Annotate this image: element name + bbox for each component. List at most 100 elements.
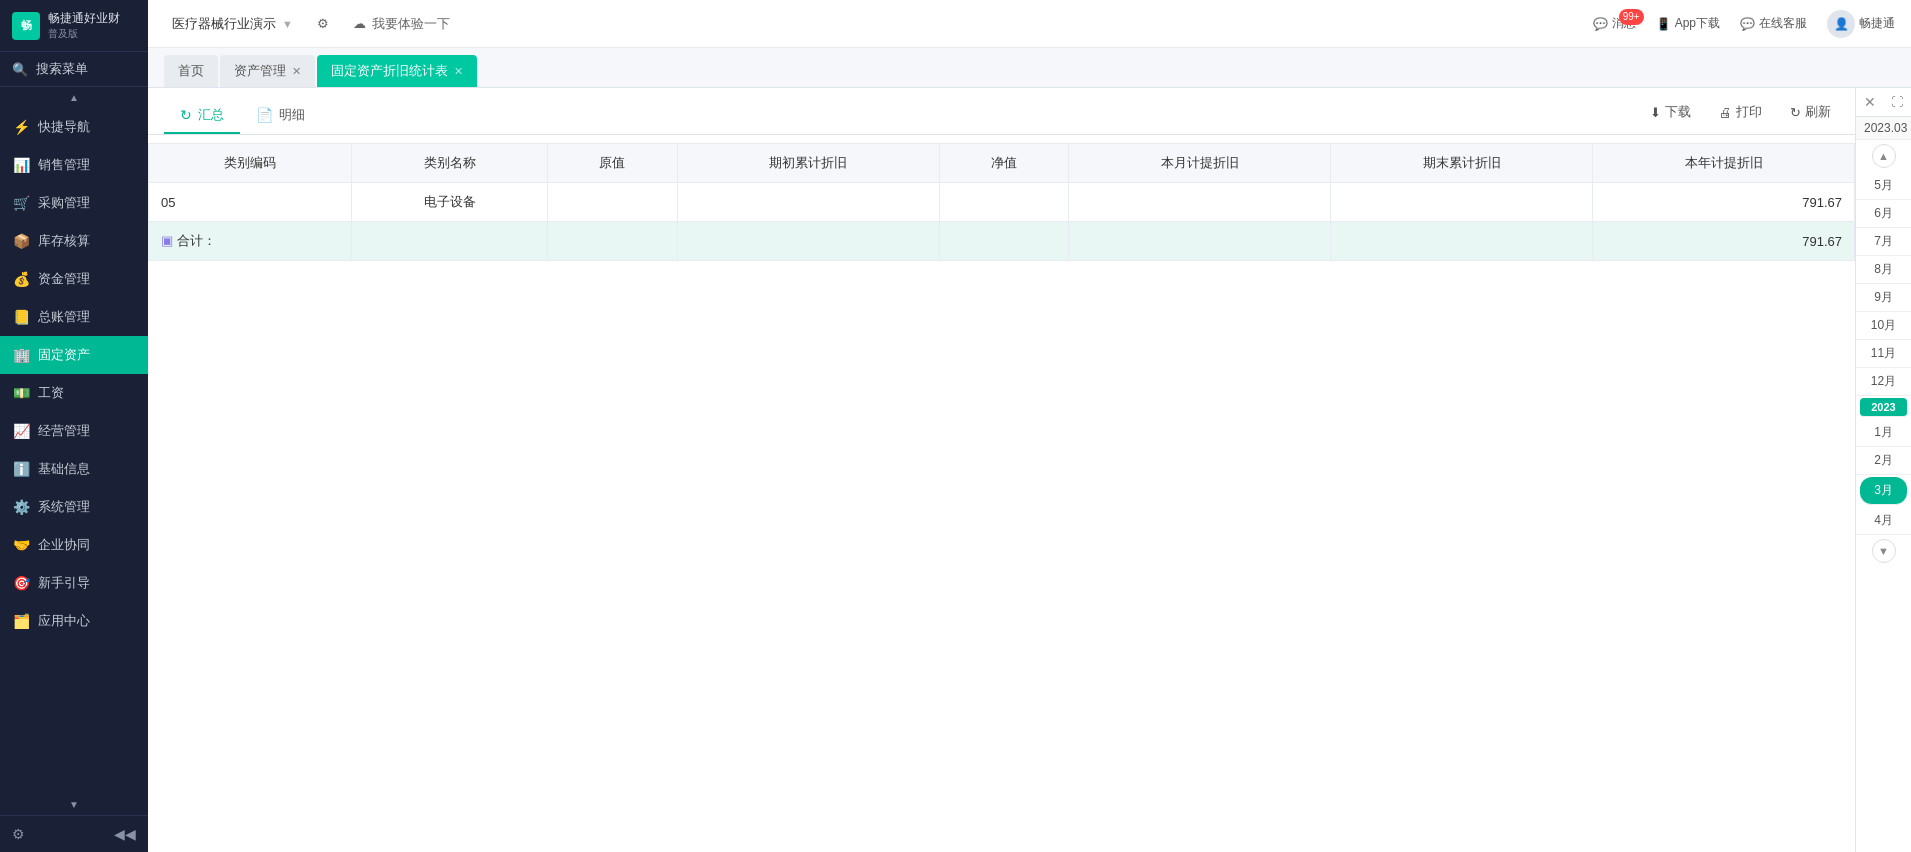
panel-month-9[interactable]: 9月 [1856, 284, 1911, 312]
sidebar-item-label: 采购管理 [38, 194, 90, 212]
search-icon: 🔍 [12, 62, 28, 77]
guide-icon: 🎯 [12, 574, 30, 592]
panel-expand-button[interactable]: ⛶ [1891, 95, 1903, 109]
subtotal-end-accumulated [1331, 222, 1593, 261]
sidebar-scroll-up[interactable]: ▲ [0, 86, 148, 108]
row-annual-depreciation: 791.67 [1593, 183, 1855, 222]
sidebar: 畅 畅捷通好业财 普及版 🔍 搜索菜单 ▲ ⚡ 快捷导航 📊 销售管理 🛒 采购… [0, 0, 148, 852]
sub-tab-detail[interactable]: 📄 明细 [240, 98, 321, 134]
tab-depreciation-report[interactable]: 固定资产折旧统计表 ✕ [317, 55, 477, 87]
tab-asset-mgmt-label: 资产管理 [234, 62, 286, 80]
footer-settings-icon[interactable]: ⚙ [12, 826, 25, 842]
sidebar-item-quick-nav[interactable]: ⚡ 快捷导航 [0, 108, 148, 146]
panel-close-button[interactable]: ✕ [1864, 94, 1876, 110]
panel-month-8[interactable]: 8月 [1856, 256, 1911, 284]
panel-scroll-up-button[interactable]: ▲ [1872, 144, 1896, 168]
ledger-icon: 📒 [12, 308, 30, 326]
sidebar-item-label: 经营管理 [38, 422, 90, 440]
sidebar-item-operations[interactable]: 📈 经营管理 [0, 412, 148, 450]
tab-depreciation-report-close[interactable]: ✕ [454, 65, 463, 78]
sidebar-item-enterprise[interactable]: 🤝 企业协同 [0, 526, 148, 564]
refresh-button[interactable]: ↻ 刷新 [1782, 99, 1839, 125]
col-header-annual-depreciation: 本年计提折旧 [1593, 144, 1855, 183]
sales-icon: 📊 [12, 156, 30, 174]
print-button[interactable]: 🖨 打印 [1711, 99, 1770, 125]
sidebar-footer: ⚙ ◀◀ [0, 815, 148, 852]
row-code: 05 [149, 183, 352, 222]
messages-button[interactable]: 💬 消息 99+ [1593, 15, 1636, 32]
panel-scroll-down-button[interactable]: ▼ [1872, 539, 1896, 563]
sidebar-item-basic-info[interactable]: ℹ️ 基础信息 [0, 450, 148, 488]
tab-depreciation-report-label: 固定资产折旧统计表 [331, 62, 448, 80]
panel-month-2[interactable]: 2月 [1856, 447, 1911, 475]
sub-tab-summary[interactable]: ↻ 汇总 [164, 98, 240, 134]
app-download-button[interactable]: 📱 App下载 [1656, 15, 1720, 32]
col-header-original-value: 原值 [548, 144, 678, 183]
user-menu[interactable]: 👤 畅捷通 [1827, 10, 1895, 38]
panel-month-11[interactable]: 11月 [1856, 340, 1911, 368]
sidebar-scroll-down[interactable]: ▼ [0, 793, 148, 815]
subtotal-icon: ▣ [161, 233, 173, 248]
footer-collapse-icon[interactable]: ◀◀ [114, 826, 136, 842]
panel-month-4[interactable]: 4月 [1856, 507, 1911, 535]
col-header-monthly-depreciation: 本月计提折旧 [1069, 144, 1331, 183]
experience-button[interactable]: ☁ 我要体验一下 [345, 11, 458, 37]
panel-month-5[interactable]: 5月 [1856, 172, 1911, 200]
subtotal-annual-depreciation: 791.67 [1593, 222, 1855, 261]
avatar: 👤 [1827, 10, 1855, 38]
subtotal-initial-accumulated [677, 222, 939, 261]
print-icon: 🖨 [1719, 105, 1732, 120]
sidebar-item-label: 系统管理 [38, 498, 90, 516]
subtotal-original-value [548, 222, 678, 261]
main-area: 医疗器械行业演示 ▼ ⚙ ☁ 我要体验一下 💬 消息 99+ 📱 App下载 💬… [148, 0, 1911, 852]
tabs-bar: 首页 资产管理 ✕ 固定资产折旧统计表 ✕ [148, 48, 1911, 88]
sidebar-item-label: 资金管理 [38, 270, 90, 288]
sidebar-item-label: 快捷导航 [38, 118, 90, 136]
operations-icon: 📈 [12, 422, 30, 440]
sidebar-item-inventory[interactable]: 📦 库存核算 [0, 222, 148, 260]
sidebar-item-payroll[interactable]: 💵 工资 [0, 374, 148, 412]
refresh-label: 刷新 [1805, 103, 1831, 121]
sidebar-item-ledger[interactable]: 📒 总账管理 [0, 298, 148, 336]
tab-home-label: 首页 [178, 62, 204, 80]
customer-service-icon: 💬 [1740, 17, 1755, 31]
sidebar-item-app-center[interactable]: 🗂️ 应用中心 [0, 602, 148, 640]
panel-month-1[interactable]: 1月 [1856, 419, 1911, 447]
tab-asset-mgmt-close[interactable]: ✕ [292, 65, 301, 78]
quick-nav-icon: ⚡ [12, 118, 30, 136]
tab-asset-mgmt[interactable]: 资产管理 ✕ [220, 55, 315, 87]
sidebar-item-fixed-assets[interactable]: 🏢 固定资产 [0, 336, 148, 374]
panel-months: ▲ 5月 6月 7月 8月 9月 10月 11月 12月 2023 1月 2月 … [1856, 140, 1911, 852]
sidebar-item-purchase[interactable]: 🛒 采购管理 [0, 184, 148, 222]
download-label: 下载 [1665, 103, 1691, 121]
search-menu-button[interactable]: 🔍 搜索菜单 [0, 52, 148, 86]
payroll-icon: 💵 [12, 384, 30, 402]
search-menu-label: 搜索菜单 [36, 60, 88, 78]
app-logo-icon: 畅 [12, 12, 40, 40]
table-row: 05 电子设备 791.67 [149, 183, 1855, 222]
sidebar-item-system[interactable]: ⚙️ 系统管理 [0, 488, 148, 526]
col-header-end-accumulated: 期末累计折旧 [1331, 144, 1593, 183]
download-button[interactable]: ⬇ 下载 [1642, 99, 1699, 125]
panel-month-10[interactable]: 10月 [1856, 312, 1911, 340]
panel-year-2023: 2023 [1860, 398, 1907, 417]
panel-month-3-current[interactable]: 3月 [1860, 477, 1907, 505]
row-original-value [548, 183, 678, 222]
topbar-settings-button[interactable]: ⚙ [309, 10, 337, 38]
sidebar-item-label: 应用中心 [38, 612, 90, 630]
sidebar-item-label: 固定资产 [38, 346, 90, 364]
panel-month-6[interactable]: 6月 [1856, 200, 1911, 228]
col-header-net-value: 净值 [939, 144, 1069, 183]
sidebar-item-guide[interactable]: 🎯 新手引导 [0, 564, 148, 602]
tab-home[interactable]: 首页 [164, 55, 218, 87]
sidebar-nav: ⚡ 快捷导航 📊 销售管理 🛒 采购管理 📦 库存核算 💰 资金管理 📒 总账管… [0, 108, 148, 793]
sidebar-item-funds[interactable]: 💰 资金管理 [0, 260, 148, 298]
row-monthly-depreciation [1069, 183, 1331, 222]
sidebar-item-sales[interactable]: 📊 销售管理 [0, 146, 148, 184]
purchase-icon: 🛒 [12, 194, 30, 212]
panel-month-7[interactable]: 7月 [1856, 228, 1911, 256]
customer-service-button[interactable]: 💬 在线客服 [1740, 15, 1807, 32]
panel-month-12[interactable]: 12月 [1856, 368, 1911, 396]
company-selector[interactable]: 医疗器械行业演示 ▼ [164, 11, 301, 37]
settings-icon: ⚙ [317, 16, 329, 31]
